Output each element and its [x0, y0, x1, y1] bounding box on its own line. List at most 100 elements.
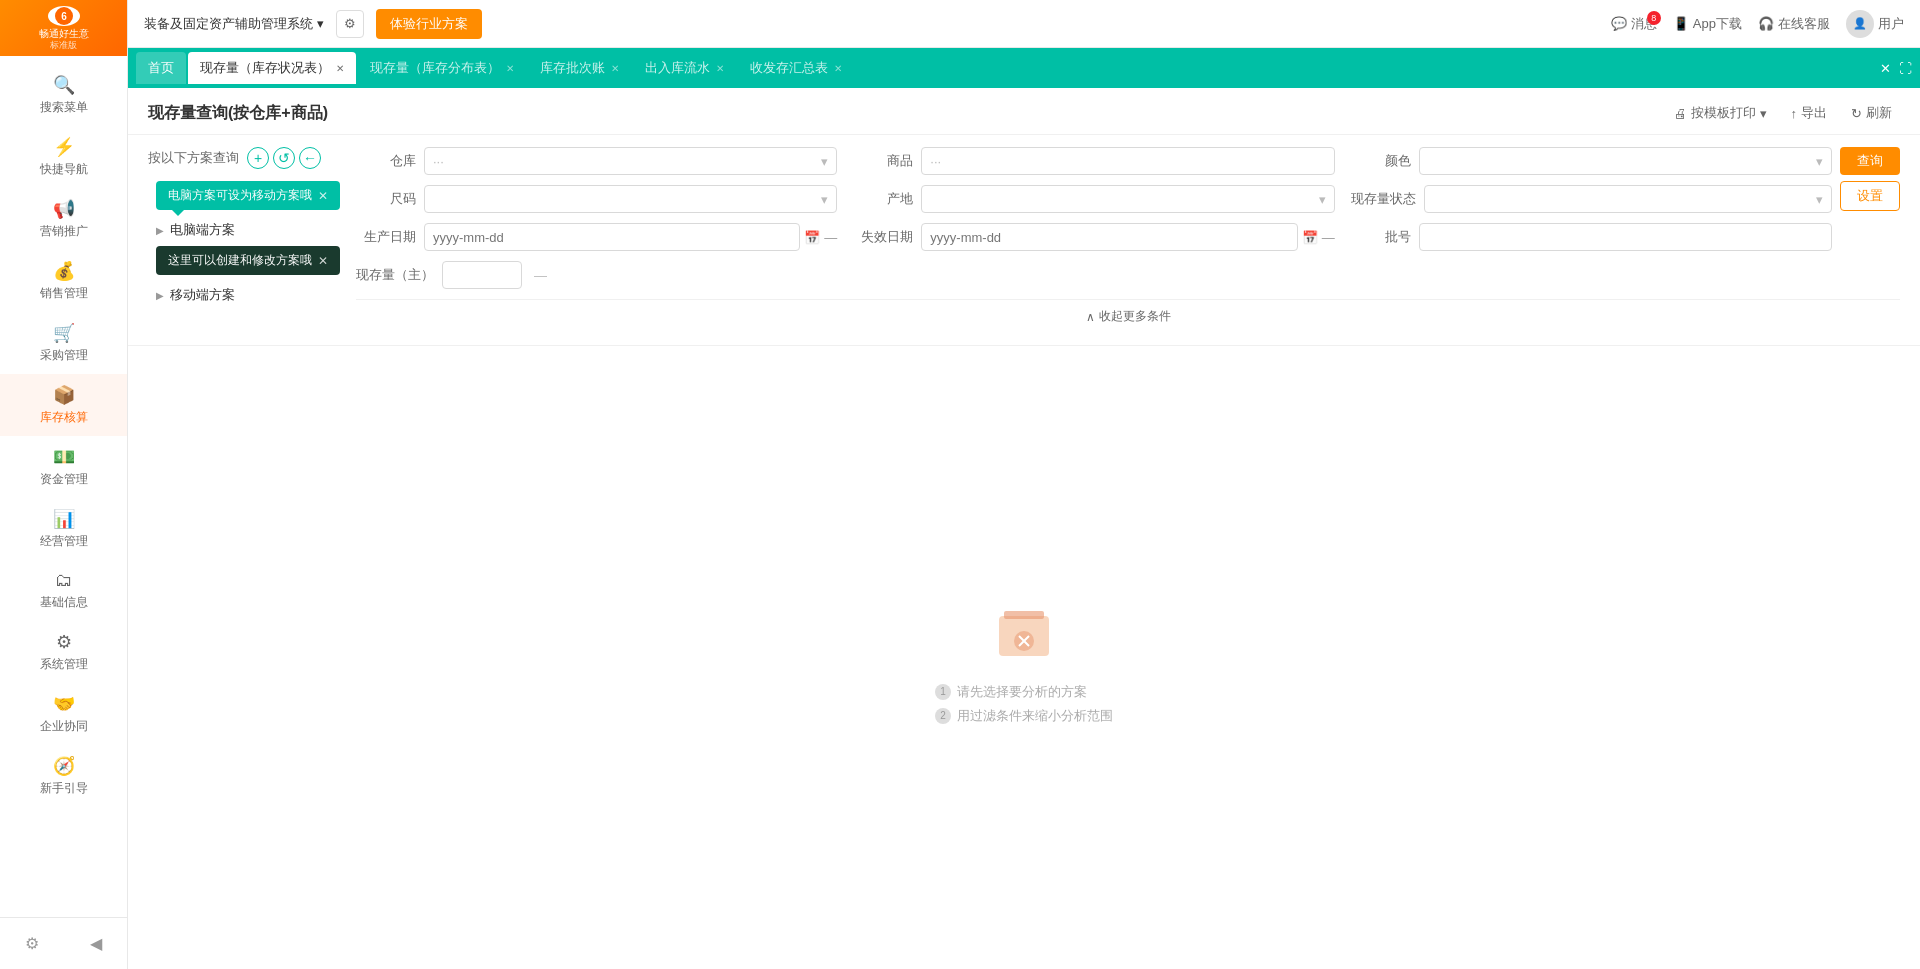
mobile-icon: 📱 [1673, 16, 1689, 31]
stock-status-select[interactable]: ▾ [1424, 185, 1832, 213]
print-btn[interactable]: 🖨 按模板打印 ▾ [1666, 100, 1775, 126]
system-title-dropdown[interactable]: 装备及固定资产辅助管理系统 ▾ [144, 15, 324, 33]
color-select[interactable]: ▾ [1419, 147, 1832, 175]
marketing-icon: 📢 [53, 198, 75, 220]
header-left: 装备及固定资产辅助管理系统 ▾ ⚙ 体验行业方案 [144, 9, 482, 39]
logo-icon: 6 [48, 6, 80, 26]
tab-close-flow[interactable]: ✕ [716, 63, 724, 74]
enterprise-icon: 🤝 [53, 693, 75, 715]
notification-badge-count: 8 [1647, 11, 1661, 25]
tab-home[interactable]: 首页 [136, 52, 186, 84]
back-scheme-btn[interactable]: ← [299, 147, 321, 169]
sidebar-item-finance[interactable]: 💵 资金管理 [0, 436, 127, 498]
tab-close-distribution[interactable]: ✕ [506, 63, 514, 74]
support-icon: 🎧 [1758, 16, 1774, 31]
tooltip-arrow-1 [172, 210, 184, 216]
page-actions: 🖨 按模板打印 ▾ ↑ 导出 ↻ 刷新 [1666, 100, 1901, 126]
stock-status-label: 现存量状态 [1351, 190, 1416, 208]
collapse-btn[interactable]: ∧ 收起更多条件 [356, 299, 1900, 333]
sidebar-bottom: ⚙ ◀ [0, 917, 127, 969]
page-content: 现存量查询(按仓库+商品) 🖨 按模板打印 ▾ ↑ 导出 ↻ 刷新 [128, 88, 1920, 969]
header-right: 💬 消息 8 📱 App下载 🎧 在线客服 👤 用户 [1611, 10, 1904, 38]
filter-header: 按以下方案查询 + ↺ ← [148, 147, 340, 169]
expiry-date-start[interactable] [921, 223, 1297, 251]
expand-icon[interactable]: ▶ [156, 225, 164, 236]
app-download-btn[interactable]: 📱 App下载 [1673, 15, 1742, 33]
tab-close-stock-status[interactable]: ✕ [336, 63, 344, 74]
settings-bottom-btn[interactable]: ⚙ [17, 930, 47, 957]
tab-close-batch[interactable]: ✕ [611, 63, 619, 74]
tab-stock-distribution[interactable]: 现存量（库存分布表） ✕ [358, 52, 526, 84]
filter-origin-row: 产地 ▾ [853, 185, 1334, 213]
tab-summary[interactable]: 收发存汇总表 ✕ [738, 52, 854, 84]
goods-select[interactable]: ··· [921, 147, 1334, 175]
online-support-btn[interactable]: 🎧 在线客服 [1758, 15, 1830, 33]
print-dropdown-icon: ▾ [1760, 106, 1767, 121]
sidebar-item-marketing[interactable]: 📢 营销推广 [0, 188, 127, 250]
sidebar-item-guide[interactable]: 🧭 新手引导 [0, 745, 127, 807]
size-select[interactable]: ▾ [424, 185, 837, 213]
sidebar-item-operations[interactable]: 📊 经营管理 [0, 498, 127, 560]
sales-icon: 💰 [53, 260, 75, 282]
warehouse-select-arrow: ▾ [821, 154, 828, 169]
goods-select-dots: ··· [930, 154, 941, 169]
empty-tip-1: 1 请先选择要分析的方案 [935, 683, 1113, 701]
tab-batch[interactable]: 库存批次账 ✕ [528, 52, 631, 84]
sidebar-item-sales[interactable]: 💰 销售管理 [0, 250, 127, 312]
sidebar-item-quick[interactable]: ⚡ 快捷导航 [0, 126, 127, 188]
tab-stock-status[interactable]: 现存量（库存状况表） ✕ [188, 52, 356, 84]
size-label: 尺码 [356, 190, 416, 208]
tooltip2-close-btn[interactable]: ✕ [318, 254, 328, 268]
scheme-mobile-item[interactable]: ▶ 移动端方案 [148, 283, 340, 307]
origin-label: 产地 [853, 190, 913, 208]
sidebar-item-basics[interactable]: 🗂 基础信息 [0, 560, 127, 621]
system-title: 装备及固定资产辅助管理系统 [144, 15, 313, 33]
tab-fullscreen-btn[interactable]: ⛶ [1899, 61, 1912, 76]
scheme-pc-item[interactable]: ▶ 电脑端方案 [148, 218, 340, 242]
gear-settings-btn[interactable]: ⚙ [336, 10, 364, 38]
refresh-btn[interactable]: ↻ 刷新 [1843, 100, 1900, 126]
export-btn[interactable]: ↑ 导出 [1783, 100, 1836, 126]
industry-solution-btn[interactable]: 体验行业方案 [376, 9, 482, 39]
batch-input[interactable] [1419, 223, 1832, 251]
user-menu-btn[interactable]: 👤 用户 [1846, 10, 1904, 38]
tab-bar: 首页 现存量（库存状况表） ✕ 现存量（库存分布表） ✕ 库存批次账 ✕ 出入库… [128, 48, 1920, 88]
sidebar-item-search[interactable]: 🔍 搜索菜单 [0, 64, 127, 126]
finance-icon: 💵 [53, 446, 75, 468]
expiry-date-range: 📅 — [921, 223, 1334, 251]
warehouse-select[interactable]: ··· ▾ [424, 147, 837, 175]
color-select-arrow: ▾ [1816, 154, 1823, 169]
search-btn[interactable]: 查询 [1840, 147, 1900, 175]
sidebar-item-enterprise[interactable]: 🤝 企业协同 [0, 683, 127, 745]
tab-flow[interactable]: 出入库流水 ✕ [633, 52, 736, 84]
scheme-tree: ▶ 电脑端方案 [148, 218, 340, 242]
stock-main-input[interactable] [442, 261, 522, 289]
inventory-icon: 📦 [53, 384, 75, 406]
tip-num-1: 1 [935, 684, 951, 700]
filter-goods-row: 商品 ··· [853, 147, 1334, 175]
sidebar-nav: 🔍 搜索菜单 ⚡ 快捷导航 📢 营销推广 💰 销售管理 🛒 采购管理 📦 库存核… [0, 56, 127, 917]
tab-close-all-btn[interactable]: ✕ [1880, 61, 1891, 76]
search-icon: 🔍 [53, 74, 75, 96]
expiry-date-calendar-icon[interactable]: 📅 [1302, 230, 1318, 245]
tab-close-summary[interactable]: ✕ [834, 63, 842, 74]
origin-select[interactable]: ▾ [921, 185, 1334, 213]
collapse-sidebar-btn[interactable]: ◀ [82, 930, 110, 957]
filter-area: 按以下方案查询 + ↺ ← 电脑方案可设为移动方案哦 ✕ [128, 135, 1920, 346]
notification-btn[interactable]: 💬 消息 8 [1611, 15, 1657, 33]
expand-mobile-icon[interactable]: ▶ [156, 290, 164, 301]
expiry-date-label: 失效日期 [853, 228, 913, 246]
empty-tip-2: 2 用过滤条件来缩小分析范围 [935, 707, 1113, 725]
add-scheme-btn[interactable]: + [247, 147, 269, 169]
prod-date-start[interactable] [424, 223, 800, 251]
reset-btn[interactable]: 设置 [1840, 181, 1900, 211]
sidebar-item-inventory[interactable]: 📦 库存核算 [0, 374, 127, 436]
sidebar-item-system[interactable]: ⚙ 系统管理 [0, 621, 127, 683]
dropdown-arrow-icon: ▾ [317, 16, 324, 31]
refresh-scheme-btn[interactable]: ↺ [273, 147, 295, 169]
filter-size-row: 尺码 ▾ [356, 185, 837, 213]
tooltip1-close-btn[interactable]: ✕ [318, 189, 328, 203]
search-buttons: 查询 设置 [1840, 147, 1900, 211]
sidebar-item-purchase[interactable]: 🛒 采购管理 [0, 312, 127, 374]
prod-date-calendar-icon[interactable]: 📅 [804, 230, 820, 245]
